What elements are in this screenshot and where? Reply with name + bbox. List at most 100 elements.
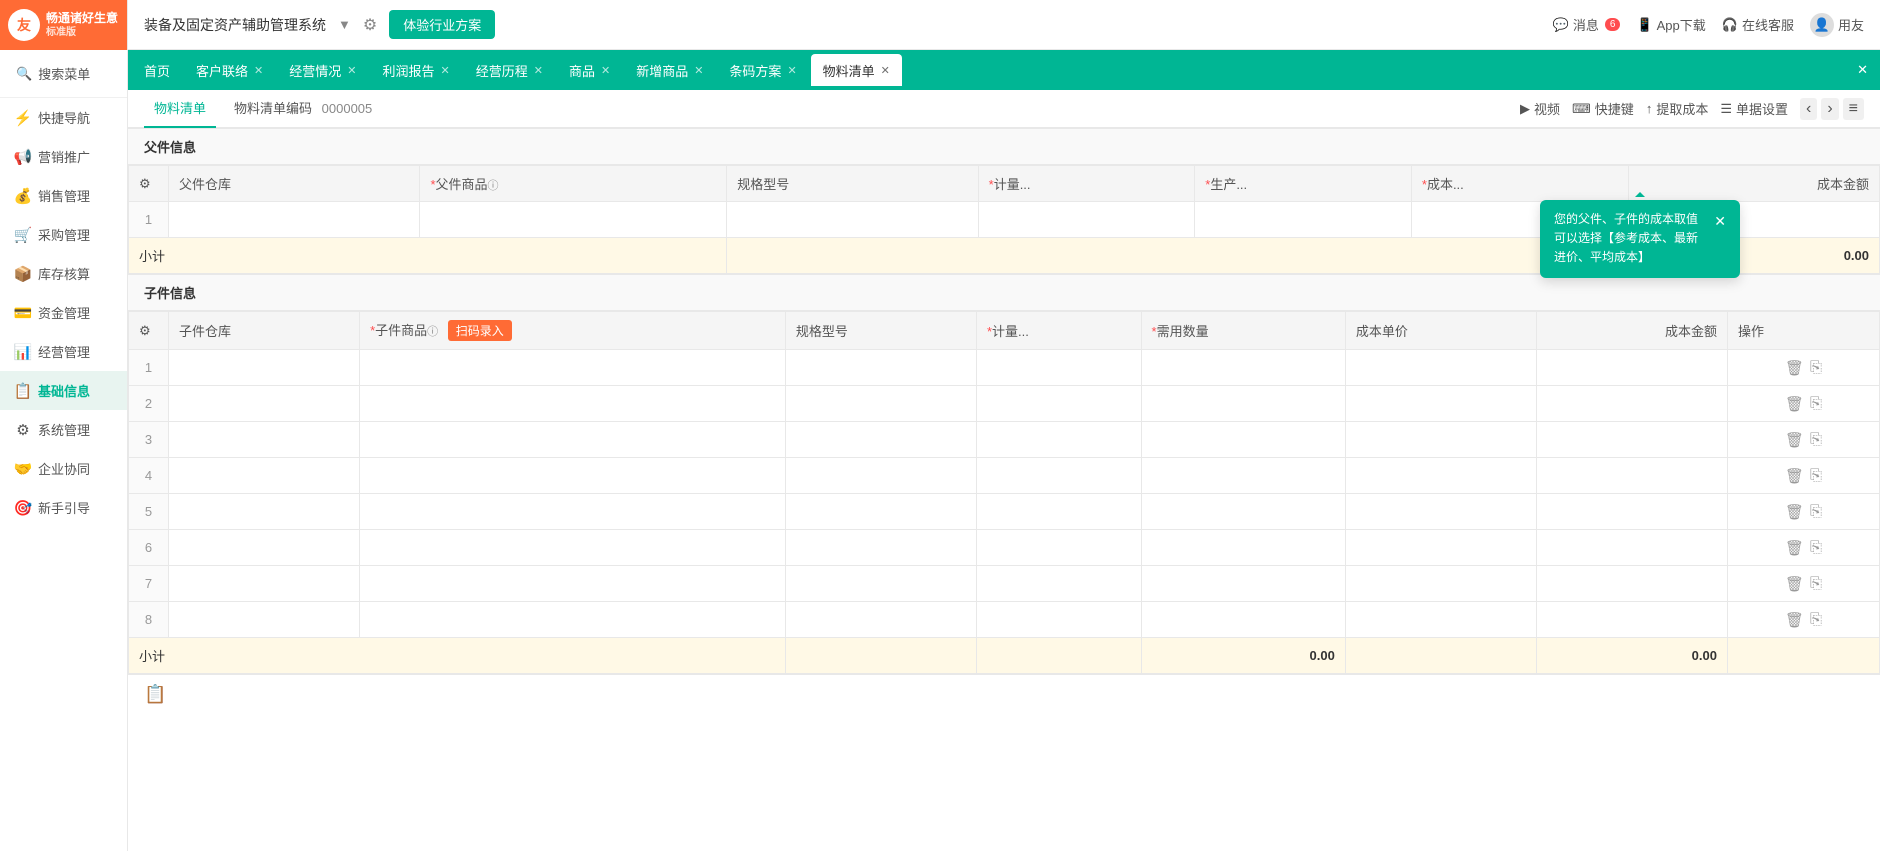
tooltip-close[interactable]: ✕ — [1714, 210, 1726, 232]
delete-icon-4[interactable]: 🗑 — [1785, 467, 1804, 485]
child-cell-warehouse-8[interactable] — [169, 602, 360, 638]
sub-tab-bom-code[interactable]: 物料清单编码 0000005 — [224, 90, 382, 128]
tab-history[interactable]: 经营历程 ✕ — [464, 54, 555, 86]
settings-icon[interactable]: ⚙ — [363, 15, 377, 35]
sidebar-item-enterprise[interactable]: 🤝 企业协同 — [0, 449, 127, 488]
child-cell-amount-6[interactable] — [1536, 530, 1727, 566]
child-cell-spec-5[interactable] — [785, 494, 976, 530]
tab-customer[interactable]: 客户联络 ✕ — [184, 54, 275, 86]
child-cell-unit-price-7[interactable] — [1345, 566, 1536, 602]
child-cell-product-5[interactable] — [360, 494, 786, 530]
child-cell-product-3[interactable] — [360, 422, 786, 458]
tab-product-close[interactable]: ✕ — [601, 64, 610, 77]
child-cell-unit-price-8[interactable] — [1345, 602, 1536, 638]
delete-icon-2[interactable]: 🗑 — [1785, 395, 1804, 413]
child-cell-qty-2[interactable] — [1141, 386, 1345, 422]
parent-col-settings[interactable]: ⚙ — [129, 166, 169, 202]
tab-barcode-close[interactable]: ✕ — [787, 64, 796, 77]
child-cell-unit-price-1[interactable] — [1345, 350, 1536, 386]
tab-customer-close[interactable]: ✕ — [254, 64, 263, 77]
tab-profit-close[interactable]: ✕ — [441, 64, 450, 77]
delete-icon-3[interactable]: 🗑 — [1785, 431, 1804, 449]
sidebar-item-guide[interactable]: 🎯 新手引导 — [0, 488, 127, 527]
child-cell-unit-6[interactable] — [976, 530, 1141, 566]
child-cell-unit-price-2[interactable] — [1345, 386, 1536, 422]
delete-icon-7[interactable]: 🗑 — [1785, 575, 1804, 593]
tab-business[interactable]: 经营情况 ✕ — [277, 54, 368, 86]
child-cell-warehouse-2[interactable] — [169, 386, 360, 422]
child-cell-product-4[interactable] — [360, 458, 786, 494]
copy-icon-6[interactable]: ⎘ — [1810, 539, 1822, 557]
user-item[interactable]: 👤 用友 — [1810, 13, 1864, 37]
child-cell-unit-8[interactable] — [976, 602, 1141, 638]
child-cell-warehouse-3[interactable] — [169, 422, 360, 458]
sub-tab-bom-list[interactable]: 物料清单 — [144, 90, 216, 128]
child-cell-product-1[interactable] — [360, 350, 786, 386]
sidebar-item-marketing[interactable]: 📢 营销推广 — [0, 137, 127, 176]
child-cell-spec-3[interactable] — [785, 422, 976, 458]
child-cell-spec-2[interactable] — [785, 386, 976, 422]
trial-btn[interactable]: 体验行业方案 — [389, 10, 495, 39]
scan-btn[interactable]: 扫码录入 — [448, 320, 512, 341]
child-cell-spec-7[interactable] — [785, 566, 976, 602]
copy-icon-8[interactable]: ⎘ — [1810, 611, 1822, 629]
tab-home[interactable]: 首页 — [132, 54, 182, 86]
child-cell-unit-4[interactable] — [976, 458, 1141, 494]
tab-profit[interactable]: 利润报告 ✕ — [370, 54, 461, 86]
child-cell-unit-2[interactable] — [976, 386, 1141, 422]
parent-cell-spec-1[interactable] — [727, 202, 978, 238]
delete-icon-5[interactable]: 🗑 — [1785, 503, 1804, 521]
sidebar-item-quick-nav[interactable]: ⚡ 快捷导航 — [0, 98, 127, 137]
child-cell-warehouse-6[interactable] — [169, 530, 360, 566]
sidebar-item-inventory[interactable]: 📦 库存核算 — [0, 254, 127, 293]
app-download-item[interactable]: 📱 App下载 — [1636, 15, 1705, 34]
child-cell-product-2[interactable] — [360, 386, 786, 422]
copy-icon-5[interactable]: ⎘ — [1810, 503, 1822, 521]
online-service-item[interactable]: 🎧 在线客服 — [1722, 15, 1794, 34]
extract-cost-btn[interactable]: ↑ 提取成本 — [1646, 99, 1709, 118]
child-cell-amount-4[interactable] — [1536, 458, 1727, 494]
tab-bom[interactable]: 物料清单 ✕ — [811, 54, 902, 86]
sidebar-item-basic-info[interactable]: 📋 基础信息 — [0, 371, 127, 410]
child-cell-amount-5[interactable] — [1536, 494, 1727, 530]
child-cell-unit-5[interactable] — [976, 494, 1141, 530]
child-cell-amount-2[interactable] — [1536, 386, 1727, 422]
dropdown-icon[interactable]: ▼ — [338, 17, 351, 32]
sidebar-item-system[interactable]: ⚙ 系统管理 — [0, 410, 127, 449]
child-cell-warehouse-4[interactable] — [169, 458, 360, 494]
search-menu-item[interactable]: 🔍 搜索菜单 — [8, 58, 119, 89]
tab-history-close[interactable]: ✕ — [534, 64, 543, 77]
shortcut-btn[interactable]: ⌨ 快捷键 — [1572, 99, 1634, 118]
menu-arrow[interactable]: ≡ — [1843, 98, 1864, 120]
sidebar-item-operations[interactable]: 📊 经营管理 — [0, 332, 127, 371]
parent-cell-production-1[interactable] — [1195, 202, 1412, 238]
parent-cell-product-1[interactable] — [420, 202, 727, 238]
child-col-settings[interactable]: ⚙ — [129, 312, 169, 350]
tab-new-product[interactable]: 新增商品 ✕ — [624, 54, 715, 86]
message-item[interactable]: 💬 消息 6 — [1553, 15, 1621, 34]
copy-icon-2[interactable]: ⎘ — [1810, 395, 1822, 413]
child-cell-qty-5[interactable] — [1141, 494, 1345, 530]
delete-icon-1[interactable]: 🗑 — [1785, 359, 1804, 377]
child-cell-warehouse-5[interactable] — [169, 494, 360, 530]
tab-product[interactable]: 商品 ✕ — [557, 54, 622, 86]
child-cell-unit-price-6[interactable] — [1345, 530, 1536, 566]
child-cell-amount-3[interactable] — [1536, 422, 1727, 458]
child-cell-qty-8[interactable] — [1141, 602, 1345, 638]
child-cell-warehouse-1[interactable] — [169, 350, 360, 386]
child-cell-unit-price-5[interactable] — [1345, 494, 1536, 530]
parent-cell-warehouse-1[interactable] — [169, 202, 420, 238]
child-cell-qty-3[interactable] — [1141, 422, 1345, 458]
tab-business-close[interactable]: ✕ — [347, 64, 356, 77]
copy-icon-3[interactable]: ⎘ — [1810, 431, 1822, 449]
copy-icon-1[interactable]: ⎘ — [1810, 359, 1822, 377]
child-cell-amount-1[interactable] — [1536, 350, 1727, 386]
next-arrow[interactable]: › — [1821, 98, 1838, 120]
sidebar-item-purchase[interactable]: 🛒 采购管理 — [0, 215, 127, 254]
child-cell-unit-price-3[interactable] — [1345, 422, 1536, 458]
bottom-icon[interactable]: 📋 — [144, 684, 166, 705]
tab-new-product-close[interactable]: ✕ — [694, 64, 703, 77]
child-cell-qty-7[interactable] — [1141, 566, 1345, 602]
child-cell-amount-7[interactable] — [1536, 566, 1727, 602]
child-cell-qty-1[interactable] — [1141, 350, 1345, 386]
